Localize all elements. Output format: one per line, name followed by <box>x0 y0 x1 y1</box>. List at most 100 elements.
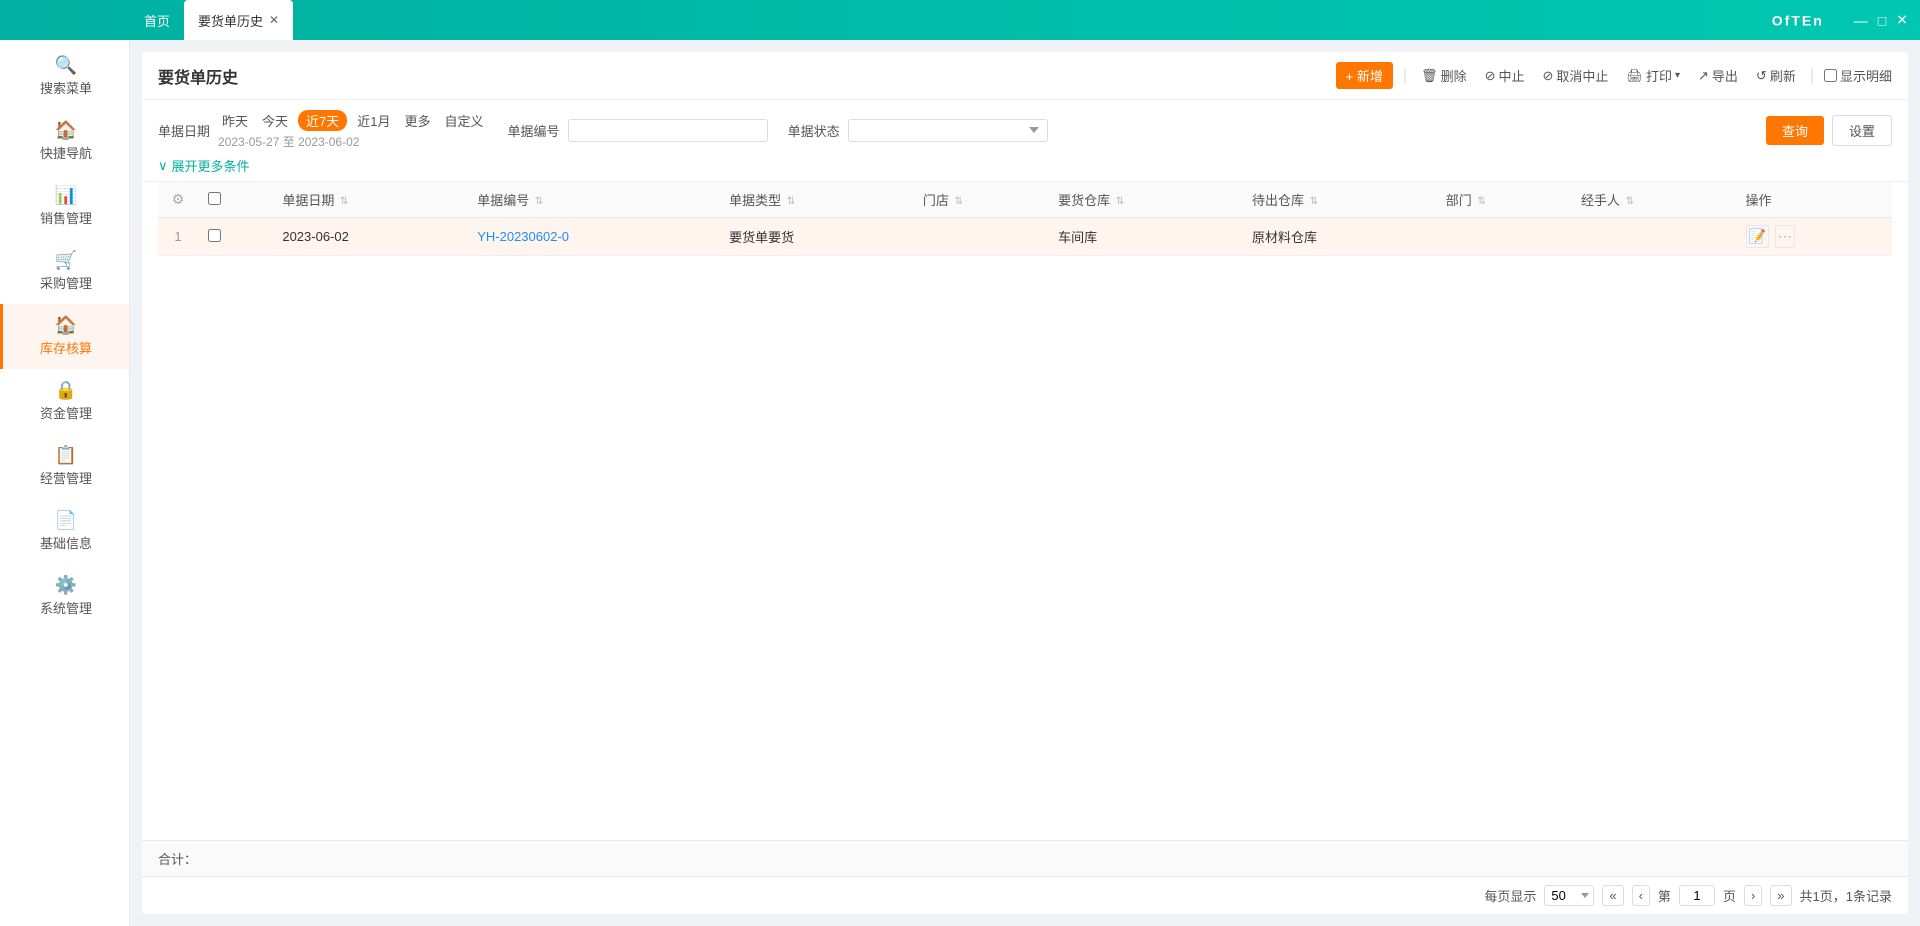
first-page-btn[interactable]: « <box>1602 885 1623 906</box>
display-detail-checkbox[interactable] <box>1824 69 1837 82</box>
delete-button[interactable]: 🗑 删除 <box>1417 64 1471 87</box>
row-doc-no: YH-20230602-0 <box>467 218 719 256</box>
sidebar-item-sales-label: 销售管理 <box>40 208 92 227</box>
sidebar-item-inventory[interactable]: 🏠 库存核算 <box>0 304 129 369</box>
stop-button[interactable]: ⊘ 中止 <box>1481 64 1529 87</box>
col-date-label: 单据日期 <box>282 193 334 208</box>
sidebar-item-basic-label: 基础信息 <box>40 533 92 552</box>
date-last7[interactable]: 近7天 <box>298 110 347 131</box>
row-doc-type: 要货单要货 <box>719 218 913 256</box>
new-button[interactable]: + 新增 <box>1336 62 1393 89</box>
date-shortcuts: 昨天 今天 近7天 近1月 更多 自定义 2023-05-27 至 2023-0… <box>218 110 488 150</box>
sidebar-item-operation-label: 经营管理 <box>40 468 92 487</box>
row-checkbox-cell <box>198 218 272 256</box>
sort-doctype-icon[interactable]: ⇅ <box>787 196 795 207</box>
setting-button[interactable]: 设置 <box>1832 115 1892 146</box>
col-req-warehouse-label: 要货仓库 <box>1058 193 1110 208</box>
sort-store-icon[interactable]: ⇅ <box>955 196 963 207</box>
minimize-btn[interactable]: — <box>1854 12 1868 28</box>
cart-icon: 🛒 <box>55 251 77 269</box>
col-doc-type: 单据类型 ⇅ <box>719 182 913 218</box>
home-icon: 🏠 <box>55 121 77 139</box>
col-store: 门店 ⇅ <box>913 182 1048 218</box>
delete-label: 删除 <box>1441 66 1467 85</box>
footer-summary: 合计： <box>142 840 1908 876</box>
doc-no-filter-group: 单据编号 <box>508 119 768 142</box>
row-more-icon[interactable]: ⋯ <box>1775 225 1795 248</box>
print-button[interactable]: 🖨 打印 ▾ <box>1622 64 1684 87</box>
date-custom[interactable]: 自定义 <box>441 110 488 131</box>
table-row: 1 2023-06-02 YH-20230602-0 要货单要货 车间库 原材料… <box>158 218 1892 256</box>
status-filter-group: 单据状态 <box>788 119 1048 142</box>
doc-no-link[interactable]: YH-20230602-0 <box>477 229 569 244</box>
sidebar-item-basic[interactable]: 📄 基础信息 <box>0 499 129 564</box>
date-today[interactable]: 今天 <box>258 110 292 131</box>
export-icon: ↗ <box>1698 68 1709 84</box>
sort-dept-icon[interactable]: ⇅ <box>1477 196 1485 207</box>
print-label: 打印 <box>1646 66 1672 85</box>
sidebar-item-system-label: 系统管理 <box>40 598 92 617</box>
chevron-down-icon: ∨ <box>158 158 168 174</box>
col-date: 单据日期 ⇅ <box>272 182 467 218</box>
data-table: ⚙ 单据日期 ⇅ 单据编号 ⇅ <box>158 182 1892 256</box>
status-select-wrapper <box>848 119 1048 142</box>
export-button[interactable]: ↗ 导出 <box>1694 64 1742 87</box>
cancel-stop-button[interactable]: ⊘ 取消中止 <box>1539 64 1613 87</box>
sort-date-icon[interactable]: ⇅ <box>340 196 348 207</box>
table-settings-icon[interactable]: ⚙ <box>170 189 187 209</box>
tab-history[interactable]: 要货单历史 ✕ <box>184 0 293 40</box>
sidebar-item-search[interactable]: 🔍 搜索菜单 <box>0 44 129 109</box>
page-total: 共1页，1条记录 <box>1800 886 1892 905</box>
row-num: 1 <box>158 218 198 256</box>
date-range-text: 2023-05-27 至 2023-06-02 <box>218 133 488 150</box>
page-card: 要货单历史 + 新增 | 🗑 删除 ⊘ 中止 ⊘ 取消中止 <box>142 52 1908 914</box>
row-req-warehouse: 车间库 <box>1048 218 1242 256</box>
tab-home[interactable]: 首页 <box>130 0 184 40</box>
status-label: 单据状态 <box>788 121 840 140</box>
display-detail-button[interactable]: 显示明细 <box>1824 66 1892 85</box>
row-checkbox[interactable] <box>208 229 221 242</box>
row-date: 2023-06-02 <box>272 218 467 256</box>
sidebar-item-quick-nav[interactable]: 🏠 快捷导航 <box>0 109 129 174</box>
sort-reqwh-icon[interactable]: ⇅ <box>1116 196 1124 207</box>
sidebar-item-purchase[interactable]: 🛒 采购管理 <box>0 239 129 304</box>
stop-icon: ⊘ <box>1485 68 1496 84</box>
page-number-input[interactable] <box>1679 885 1715 906</box>
row-pending-warehouse: 原材料仓库 <box>1242 218 1436 256</box>
refresh-button[interactable]: ↺ 刷新 <box>1752 64 1800 87</box>
cancel-stop-label: 取消中止 <box>1556 66 1608 85</box>
close-btn[interactable]: ✕ <box>1896 12 1908 29</box>
sidebar-item-finance[interactable]: 🔒 资金管理 <box>0 369 129 434</box>
maximize-btn[interactable]: □ <box>1878 12 1886 28</box>
sidebar-item-operation[interactable]: 📋 经营管理 <box>0 434 129 499</box>
refresh-icon: ↺ <box>1756 68 1767 84</box>
doc-no-input[interactable] <box>568 119 768 142</box>
next-page-btn[interactable]: › <box>1744 885 1762 906</box>
select-all-checkbox[interactable] <box>208 192 221 205</box>
refresh-label: 刷新 <box>1770 66 1796 85</box>
status-select[interactable] <box>848 119 1048 142</box>
col-settings: ⚙ <box>158 182 198 218</box>
sort-pendingwh-icon[interactable]: ⇅ <box>1310 196 1318 207</box>
cancel-stop-icon: ⊘ <box>1543 68 1554 84</box>
sidebar-item-sales[interactable]: 📊 销售管理 <box>0 174 129 239</box>
tab-history-close[interactable]: ✕ <box>269 13 279 27</box>
sidebar-item-system[interactable]: ⚙️ 系统管理 <box>0 564 129 629</box>
last-page-btn[interactable]: » <box>1770 885 1791 906</box>
col-handler-label: 经手人 <box>1581 193 1620 208</box>
col-store-label: 门店 <box>923 193 949 208</box>
date-more[interactable]: 更多 <box>401 110 435 131</box>
page-size-select[interactable]: 50 10 20 100 <box>1544 885 1594 906</box>
row-edit-icon[interactable]: 📝 <box>1746 225 1769 248</box>
date-yesterday[interactable]: 昨天 <box>218 110 252 131</box>
sort-docno-icon[interactable]: ⇅ <box>535 196 543 207</box>
print-icon: 🖨 <box>1626 68 1643 84</box>
prev-page-btn[interactable]: ‹ <box>1632 885 1650 906</box>
tab-home-label: 首页 <box>144 11 170 30</box>
date-last-month[interactable]: 近1月 <box>353 110 394 131</box>
query-button[interactable]: 查询 <box>1766 116 1824 145</box>
chart-icon: 📊 <box>55 186 77 204</box>
sort-handler-icon[interactable]: ⇅ <box>1626 196 1634 207</box>
expand-filter-btn[interactable]: ∨ 展开更多条件 <box>158 156 1892 175</box>
expand-filter-label: 展开更多条件 <box>172 156 250 175</box>
